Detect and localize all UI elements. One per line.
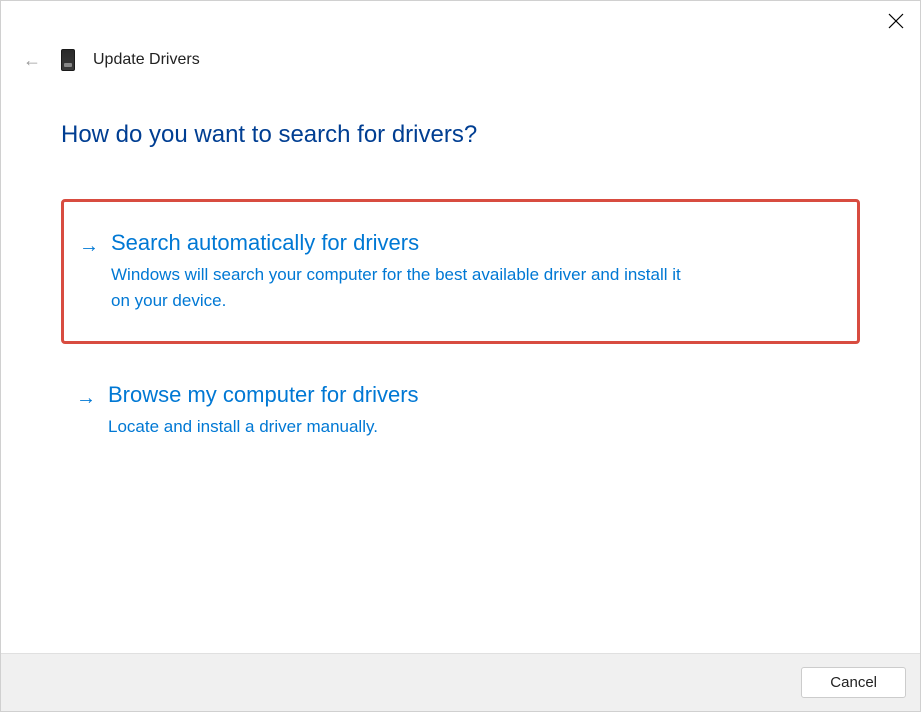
back-arrow-icon[interactable]: ←: [21, 50, 43, 71]
option-description: Windows will search your computer for th…: [111, 262, 691, 313]
arrow-right-icon: →: [79, 235, 99, 258]
option-search-automatically[interactable]: → Search automatically for drivers Windo…: [61, 199, 860, 344]
device-icon: [61, 49, 75, 71]
option-text-block: Search automatically for drivers Windows…: [111, 230, 839, 313]
option-text-block: Browse my computer for drivers Locate an…: [108, 382, 842, 440]
option-description: Locate and install a driver manually.: [108, 414, 688, 440]
footer-bar: Cancel: [1, 653, 920, 711]
header-row: ← Update Drivers: [1, 41, 920, 71]
arrow-right-icon: →: [76, 387, 96, 410]
cancel-button[interactable]: Cancel: [801, 667, 906, 698]
option-title: Search automatically for drivers: [111, 230, 839, 256]
content-area: How do you want to search for drivers? →…: [1, 71, 920, 653]
close-button[interactable]: [884, 9, 908, 33]
title-bar: [1, 1, 920, 41]
window-title: Update Drivers: [93, 51, 200, 69]
close-icon: [888, 13, 904, 29]
main-heading: How do you want to search for drivers?: [61, 121, 860, 149]
option-browse-computer[interactable]: → Browse my computer for drivers Locate …: [61, 354, 860, 468]
option-title: Browse my computer for drivers: [108, 382, 842, 408]
